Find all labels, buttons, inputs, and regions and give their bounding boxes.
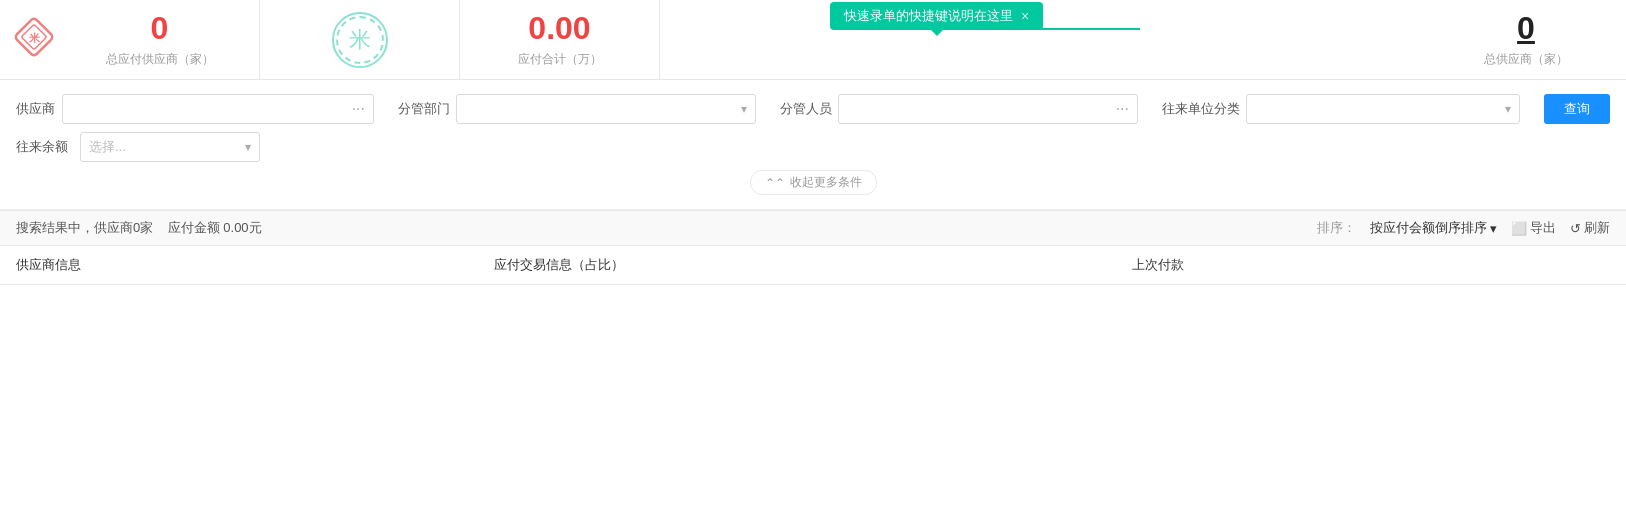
person-label: 分管人员 bbox=[780, 100, 832, 118]
supplier-label: 供应商 bbox=[16, 100, 56, 118]
balance-label: 往来余额 bbox=[16, 138, 68, 156]
person-input-wrap[interactable]: ··· bbox=[838, 94, 1138, 124]
sort-chevron-icon: ▾ bbox=[1490, 221, 1497, 236]
total-suppliers-label: 总供应商（家） bbox=[1484, 51, 1568, 68]
balance-placeholder: 选择... bbox=[89, 138, 245, 156]
results-actions: 排序： 按应付会额倒序排序 ▾ ⬜ 导出 ↺ 刷新 bbox=[1317, 219, 1610, 237]
refresh-icon: ↺ bbox=[1570, 221, 1581, 236]
sort-label: 排序： bbox=[1317, 219, 1356, 237]
refresh-label: 刷新 bbox=[1584, 219, 1610, 237]
dept-label: 分管部门 bbox=[398, 100, 450, 118]
refresh-button[interactable]: ↺ 刷新 bbox=[1570, 219, 1610, 237]
supplier-input-wrap[interactable]: ··· bbox=[62, 94, 374, 124]
svg-text:米: 米 bbox=[28, 32, 41, 44]
collapse-button[interactable]: ⌃⌃ 收起更多条件 bbox=[750, 170, 877, 195]
unit-filter: 往来单位分类 ▾ bbox=[1162, 94, 1520, 124]
export-icon: ⬜ bbox=[1511, 221, 1527, 236]
diamond-logo-icon: 米 bbox=[12, 15, 56, 59]
supplier-filter: 供应商 ··· bbox=[16, 94, 374, 124]
results-amount: 应付金额 0.00元 bbox=[168, 220, 262, 235]
total-suppliers-stat: 0 总供应商（家） bbox=[1426, 0, 1626, 79]
unit-select[interactable]: ▾ bbox=[1246, 94, 1520, 124]
total-payable-suppliers-number: 0 bbox=[151, 11, 169, 46]
table-header: 供应商信息 应付交易信息（占比） 上次付款 bbox=[0, 246, 1626, 285]
total-payable-suppliers-stat: 0 总应付供应商（家） bbox=[60, 0, 260, 79]
sort-value[interactable]: 按应付会额倒序排序 ▾ bbox=[1370, 219, 1497, 237]
results-summary: 搜索结果中，供应商0家 应付金额 0.00元 bbox=[16, 219, 1317, 237]
dept-select[interactable]: ▾ bbox=[456, 94, 756, 124]
tooltip-close-button[interactable]: × bbox=[1021, 8, 1029, 24]
query-button[interactable]: 查询 bbox=[1544, 94, 1610, 124]
export-button[interactable]: ⬜ 导出 bbox=[1511, 219, 1556, 237]
person-input[interactable] bbox=[847, 102, 1110, 117]
total-payable-suppliers-label: 总应付供应商（家） bbox=[106, 51, 214, 68]
dept-chevron-icon: ▾ bbox=[741, 102, 747, 116]
col-supplier-header: 供应商信息 bbox=[16, 256, 494, 274]
collapse-row: ⌃⌃ 收起更多条件 bbox=[16, 166, 1610, 201]
collapse-label: 收起更多条件 bbox=[790, 174, 862, 191]
stats-bar: 米 0 总应付供应商（家） 米 0.00 应付合计（万） 快速录单的快捷键说明在… bbox=[0, 0, 1626, 80]
coin-icon: 米 bbox=[349, 25, 371, 55]
collapse-up-icon: ⌃⌃ bbox=[765, 176, 785, 190]
export-label: 导出 bbox=[1530, 219, 1556, 237]
dept-filter: 分管部门 ▾ bbox=[398, 94, 756, 124]
sort-value-text: 按应付会额倒序排序 bbox=[1370, 219, 1487, 237]
logo-area: 米 bbox=[12, 15, 56, 62]
payable-total-label: 应付合计（万） bbox=[518, 51, 602, 68]
coin-icon-area: 米 bbox=[260, 0, 460, 79]
results-count: 搜索结果中，供应商0家 bbox=[16, 220, 153, 235]
col-lastpay-header: 上次付款 bbox=[1132, 256, 1610, 274]
col-transaction-header: 应付交易信息（占比） bbox=[494, 256, 1132, 274]
balance-select[interactable]: 选择... ▾ bbox=[80, 132, 260, 162]
payable-total-stat: 0.00 应付合计（万） bbox=[460, 0, 660, 79]
balance-row: 往来余额 选择... ▾ bbox=[16, 132, 1610, 162]
person-dots[interactable]: ··· bbox=[1116, 100, 1129, 118]
filter-row-1: 供应商 ··· 分管部门 ▾ 分管人员 ··· 往来单位分 bbox=[16, 94, 1610, 124]
balance-chevron-icon: ▾ bbox=[245, 140, 251, 154]
supplier-input[interactable] bbox=[71, 102, 346, 117]
payable-total-number: 0.00 bbox=[528, 11, 590, 46]
total-suppliers-number: 0 bbox=[1517, 11, 1535, 46]
results-bar: 搜索结果中，供应商0家 应付金额 0.00元 排序： 按应付会额倒序排序 ▾ ⬜… bbox=[0, 210, 1626, 246]
unit-chevron-icon: ▾ bbox=[1505, 102, 1511, 116]
tooltip-balloon: 快速录单的快捷键说明在这里 × bbox=[830, 2, 1043, 30]
coin-icon-circle: 米 bbox=[332, 12, 388, 68]
person-filter: 分管人员 ··· bbox=[780, 94, 1138, 124]
unit-label: 往来单位分类 bbox=[1162, 100, 1240, 118]
table-body bbox=[0, 285, 1626, 515]
tooltip-text: 快速录单的快捷键说明在这里 bbox=[844, 7, 1013, 25]
filter-bar: 供应商 ··· 分管部门 ▾ 分管人员 ··· 往来单位分 bbox=[0, 80, 1626, 210]
supplier-dots[interactable]: ··· bbox=[352, 100, 365, 118]
